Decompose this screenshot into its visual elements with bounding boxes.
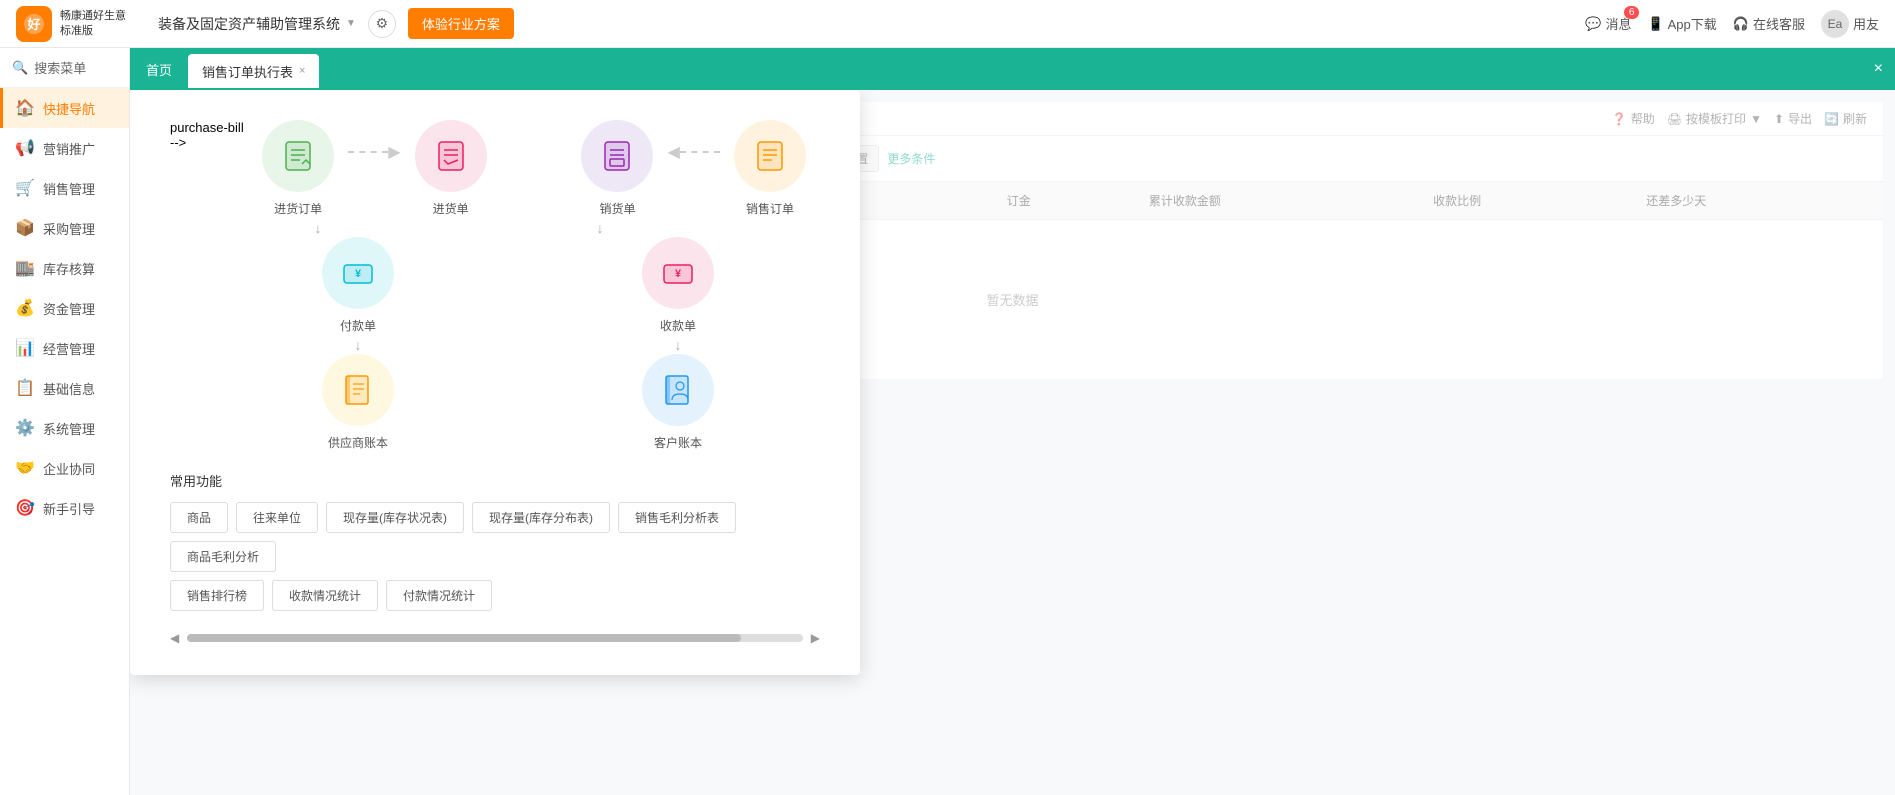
common-btn-sales-profit[interactable]: 销售毛利分析表 xyxy=(618,502,736,533)
search-icon: 🔍 xyxy=(12,60,28,76)
top-bar-right: 💬 消息 6 📱 App下载 🎧 在线客服 Ea 用友 xyxy=(1585,10,1879,38)
sidebar-item-operations[interactable]: 📊 经营管理 xyxy=(0,328,129,368)
common-buttons-row1: 商品 往来单位 现存量(库存状况表) 现存量(库存分布表) 销售毛利分析表 商品… xyxy=(170,502,820,572)
tab-bar: 首页 销售订单执行表 × × xyxy=(130,48,1895,90)
common-btn-stock-status[interactable]: 现存量(库存状况表) xyxy=(326,502,464,533)
sales-order-label: 销售订单 xyxy=(746,200,794,217)
purchase-bill-circle xyxy=(415,120,487,192)
inventory-icon: 🏬 xyxy=(15,258,35,278)
common-functions-title: 常用功能 xyxy=(170,471,820,490)
logo-area: 好 畅康通好生意 标准版 xyxy=(16,6,146,42)
sidebar-item-basic-info[interactable]: 📋 基础信息 xyxy=(0,368,129,408)
sidebar-item-marketing[interactable]: 📢 营销推广 xyxy=(0,128,129,168)
sales-bill-node: 销货单 xyxy=(567,120,667,217)
purchase-bill-node: 进货单 xyxy=(401,120,501,217)
message-icon: 💬 xyxy=(1585,16,1601,32)
common-btn-contacts[interactable]: 往来单位 xyxy=(236,502,318,533)
user-menu[interactable]: Ea 用友 xyxy=(1821,10,1879,38)
gear-button[interactable]: ⚙ xyxy=(368,10,396,38)
message-badge: 6 xyxy=(1624,6,1640,19)
sidebar-item-purchase[interactable]: 📦 采购管理 xyxy=(0,208,129,248)
sidebar-item-quick-nav[interactable]: 🏠 快捷导航 xyxy=(0,88,129,128)
avatar: Ea xyxy=(1821,10,1849,38)
sales-order-node: 销售订单 xyxy=(720,120,820,217)
common-btn-sales-rank[interactable]: 销售排行榜 xyxy=(170,580,264,611)
common-buttons-row2: 销售排行榜 收款情况统计 付款情况统计 xyxy=(170,580,820,611)
download-icon: 📱 xyxy=(1647,16,1663,32)
common-btn-goods[interactable]: 商品 xyxy=(170,502,228,533)
system-dropdown-icon[interactable]: ▼ xyxy=(346,18,356,29)
sidebar-item-system[interactable]: ⚙️ 系统管理 xyxy=(0,408,129,448)
svg-text:¥: ¥ xyxy=(675,268,682,280)
finance-icon: 💰 xyxy=(15,298,35,318)
sales-bill-circle xyxy=(581,120,653,192)
supplier-ledger-label: 供应商账本 xyxy=(328,434,388,451)
top-bar: 好 畅康通好生意 标准版 装备及固定资产辅助管理系统 ▼ ⚙ 体验行业方案 💬 … xyxy=(0,0,1895,48)
message-button[interactable]: 💬 消息 6 xyxy=(1585,14,1631,33)
search-menu[interactable]: 🔍 搜索菜单 xyxy=(0,48,129,88)
page-content: ❓ 帮助 🖨 按模板打印 ▼ ⬆ 导出 🔄 刷新 xyxy=(130,90,1895,795)
sidebar-item-inventory[interactable]: 🏬 库存核算 xyxy=(0,248,129,288)
online-service-button[interactable]: 🎧 在线客服 xyxy=(1733,14,1805,33)
common-btn-goods-profit[interactable]: 商品毛利分析 xyxy=(170,541,276,572)
operations-icon: 📊 xyxy=(15,338,35,358)
payment-bill-circle: ¥ xyxy=(322,237,394,309)
purchase-icon: 📦 xyxy=(15,218,35,238)
logo-icon: 好 xyxy=(16,6,52,42)
supplier-ledger-circle xyxy=(322,354,394,426)
common-btn-receipt-stats[interactable]: 收款情况统计 xyxy=(272,580,378,611)
receipt-bill-circle: ¥ xyxy=(642,237,714,309)
logo-text: 畅康通好生意 标准版 xyxy=(60,9,126,38)
sales-bill-label: 销货单 xyxy=(599,200,635,217)
newbie-icon: 🎯 xyxy=(15,498,35,518)
svg-text:好: 好 xyxy=(26,17,40,32)
sidebar-item-newbie[interactable]: 🎯 新手引导 xyxy=(0,488,129,528)
system-title: 装备及固定资产辅助管理系统 ▼ xyxy=(158,14,356,34)
purchase-order-node: 进货订单 xyxy=(248,120,348,217)
scroll-left-icon[interactable]: ◀ xyxy=(170,631,179,645)
common-btn-payment-stats[interactable]: 付款情况统计 xyxy=(386,580,492,611)
tab-close-icon[interactable]: × xyxy=(299,65,305,77)
scroll-bar-area: ◀ ▶ xyxy=(170,631,820,645)
scroll-right-icon[interactable]: ▶ xyxy=(811,631,820,645)
customer-ledger-node: 客户账本 xyxy=(618,354,738,451)
tab-bar-close-button[interactable]: × xyxy=(1874,60,1883,78)
enterprise-icon: 🤝 xyxy=(15,458,35,478)
system-icon: ⚙️ xyxy=(15,418,35,438)
common-functions-section: 常用功能 商品 往来单位 现存量(库存状况表) 现存量(库存分布表) 销售毛利分… xyxy=(170,471,820,611)
common-btn-stock-dist[interactable]: 现存量(库存分布表) xyxy=(472,502,610,533)
payment-bill-node: ¥ 付款单 xyxy=(298,237,418,334)
home-icon: 🏠 xyxy=(15,98,35,118)
sales-icon: 🛒 xyxy=(15,178,35,198)
modal-overlay: purchase-bill --> 进货订单 xyxy=(130,90,1895,795)
sidebar-item-enterprise[interactable]: 🤝 企业协同 xyxy=(0,448,129,488)
customer-ledger-label: 客户账本 xyxy=(654,434,702,451)
svg-text:¥: ¥ xyxy=(355,268,362,280)
purchase-order-circle xyxy=(262,120,334,192)
customer-ledger-circle xyxy=(642,354,714,426)
modal-box: purchase-bill --> 进货订单 xyxy=(130,90,860,675)
trial-button[interactable]: 体验行业方案 xyxy=(408,8,514,39)
tab-sales-order[interactable]: 销售订单执行表 × xyxy=(188,54,319,88)
sidebar-item-sales[interactable]: 🛒 销售管理 xyxy=(0,168,129,208)
payment-bill-label: 付款单 xyxy=(340,317,376,334)
service-icon: 🎧 xyxy=(1733,16,1749,32)
purchase-bill-label: 进货单 xyxy=(433,200,469,217)
app-download-button[interactable]: 📱 App下载 xyxy=(1647,14,1716,33)
marketing-icon: 📢 xyxy=(15,138,35,158)
sidebar: 🔍 搜索菜单 🏠 快捷导航 📢 营销推广 🛒 销售管理 📦 采购管理 🏬 xyxy=(0,48,130,795)
sidebar-item-finance[interactable]: 💰 资金管理 xyxy=(0,288,129,328)
purchase-order-label: 进货订单 xyxy=(274,200,322,217)
sales-order-circle xyxy=(734,120,806,192)
flow-diagram: purchase-bill --> 进货订单 xyxy=(170,120,820,451)
basic-info-icon: 📋 xyxy=(15,378,35,398)
receipt-bill-label: 收款单 xyxy=(660,317,696,334)
tab-home[interactable]: 首页 xyxy=(130,48,188,90)
receipt-bill-node: ¥ 收款单 xyxy=(618,237,738,334)
supplier-ledger-node: 供应商账本 xyxy=(298,354,418,451)
